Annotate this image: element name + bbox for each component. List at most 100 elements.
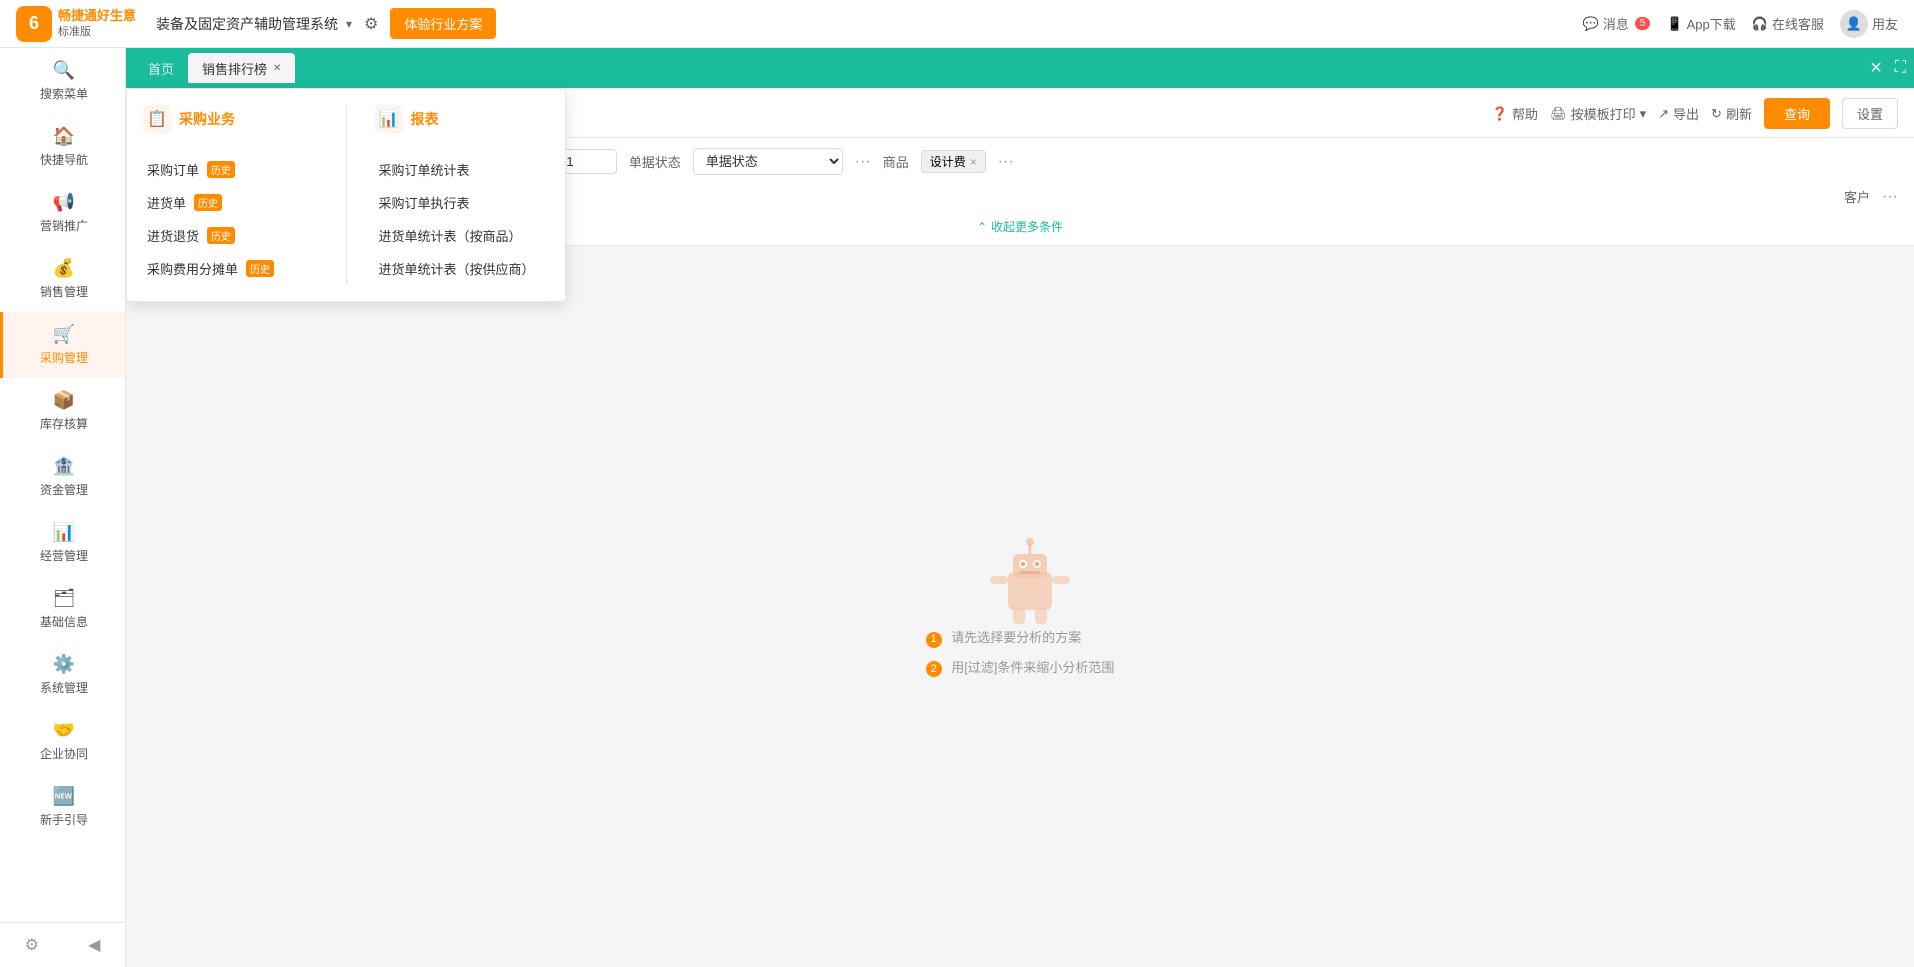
collapse-sidebar-icon[interactable]: ◀ [88, 935, 100, 955]
incoming-label: 进货单 [147, 193, 186, 212]
status-more-dots[interactable]: ··· [855, 153, 871, 171]
help-btn[interactable]: ❓ 帮助 [1492, 104, 1538, 123]
system-icon: ⚙️ [53, 654, 75, 675]
sidebar-item-basic[interactable]: 🗂 基础信息 [0, 576, 125, 642]
sidebar-item-marketing[interactable]: 📢 营销推广 [0, 180, 125, 246]
fund-icon: 🏦 [53, 456, 75, 477]
sidebar-label-basic: 基础信息 [40, 613, 88, 630]
settings-bottom-icon[interactable]: ⚙ [25, 935, 39, 955]
sidebar-label-quick: 快捷导航 [40, 151, 88, 168]
report3-label: 进货单统计表（按商品） [379, 226, 522, 245]
sidebar-item-search[interactable]: 🔍 搜索菜单 [0, 48, 125, 114]
sidebar-label-stock: 库存核算 [40, 415, 88, 432]
empty-hint2-text: 用[过滤]条件来缩小分析范围 [951, 660, 1114, 675]
app-label: App下载 [1687, 14, 1736, 33]
print-arrow-icon: ▾ [1640, 106, 1647, 122]
user-btn[interactable]: 👤 用友 [1840, 10, 1898, 38]
search-icon: 🔍 [53, 60, 75, 81]
sidebar-label-enterprise: 企业协同 [40, 745, 88, 762]
operation-icon: 📊 [53, 522, 75, 543]
print-label: 按模板打印 [1571, 104, 1636, 123]
col1-title-text: 采购业务 [179, 109, 235, 129]
tab-close-all-icon[interactable]: ✕ [1869, 58, 1882, 78]
dropdown-item-report4[interactable]: 进货单统计表（按供应商） [375, 252, 550, 285]
empty-hint-2: 2 用[过滤]条件来缩小分析范围 [926, 656, 1115, 679]
tab-close-icon[interactable]: ✕ [273, 63, 281, 74]
sidebar-item-system[interactable]: ⚙️ 系统管理 [0, 642, 125, 708]
col2-title-text: 报表 [411, 109, 439, 129]
dropdown-col2-title: 📊 报表 [375, 105, 550, 141]
content-area: 首页 销售排行榜 ✕ ✕ ⛶ 📋 采购业务 [126, 48, 1914, 967]
sidebar-label-operation: 经营管理 [40, 547, 88, 564]
dropdown-item-report1[interactable]: 采购订单统计表 [375, 153, 550, 186]
avatar: 👤 [1840, 10, 1868, 38]
customer-label: 客户 [1844, 187, 1870, 206]
customer-dots[interactable]: ··· [1882, 188, 1898, 206]
print-btn[interactable]: 🖨 按模板打印 ▾ [1550, 104, 1646, 123]
history-badge-1: 历史 [207, 161, 235, 178]
search-button[interactable]: 查询 [1764, 98, 1830, 129]
robot-icon [980, 534, 1080, 634]
tab-home-label: 首页 [148, 59, 174, 78]
collapse-btn[interactable]: ⌃ 收起更多条件 [977, 218, 1063, 235]
collapse-arrow-icon: ⌃ [977, 220, 987, 234]
report4-label: 进货单统计表（按供应商） [379, 259, 535, 278]
sidebar-item-fund[interactable]: 🏦 资金管理 [0, 444, 125, 510]
sidebar-item-quick[interactable]: 🏠 快捷导航 [0, 114, 125, 180]
export-btn[interactable]: ↗ 导出 [1658, 104, 1699, 123]
top-bar: 6 畅捷通好生意 标准版 装备及固定资产辅助管理系统 ▾ ⚙ 体验行业方案 💬 … [0, 0, 1914, 48]
cost-label: 采购费用分摊单 [147, 259, 238, 278]
service-label: 在线客服 [1772, 14, 1824, 33]
sidebar-item-sales[interactable]: 💰 销售管理 [0, 246, 125, 312]
sidebar: 🔍 搜索菜单 🏠 快捷导航 📢 营销推广 💰 销售管理 🛒 采购管理 📦 [0, 48, 126, 967]
service-btn[interactable]: 🎧 在线客服 [1752, 14, 1824, 33]
sidebar-label-search: 搜索菜单 [40, 85, 88, 102]
status-label: 单据状态 [629, 152, 681, 171]
dropdown-item-purchase-order[interactable]: 采购订单 历史 [143, 153, 318, 186]
dropdown-col-report: 📊 报表 采购订单统计表 采购订单执行表 进货单统计表（按商品） 进货单统计表（… [375, 105, 550, 285]
goods-more-dots[interactable]: ··· [998, 153, 1014, 171]
marketing-icon: 📢 [53, 192, 75, 213]
refresh-icon: ↻ [1711, 106, 1722, 122]
refresh-btn[interactable]: ↻ 刷新 [1711, 104, 1752, 123]
sidebar-item-purchase[interactable]: 🛒 采购管理 [0, 312, 125, 378]
dropdown-item-incoming[interactable]: 进货单 历史 [143, 186, 318, 219]
report2-label: 采购订单执行表 [379, 193, 470, 212]
sidebar-label-purchase: 采购管理 [40, 349, 88, 366]
purchase-menu-icon: 📋 [143, 105, 171, 133]
dropdown-item-report3[interactable]: 进货单统计表（按商品） [375, 219, 550, 252]
sidebar-label-sales: 销售管理 [40, 283, 88, 300]
sidebar-item-enterprise[interactable]: 🤝 企业协同 [0, 708, 125, 774]
logo-area: 6 畅捷通好生意 标准版 [16, 6, 136, 42]
status-select[interactable]: 单据状态 [693, 148, 843, 175]
history-badge-4: 历史 [246, 260, 274, 277]
guide-icon: 🆕 [53, 786, 75, 807]
sidebar-label-marketing: 营销推广 [40, 217, 88, 234]
purchase-icon: 🛒 [53, 324, 75, 345]
dropdown-item-report2[interactable]: 采购订单执行表 [375, 186, 550, 219]
sidebar-item-operation[interactable]: 📊 经营管理 [0, 510, 125, 576]
tab-sales-rank[interactable]: 销售排行榜 ✕ [188, 53, 295, 83]
top-right: 💬 消息 5 📱 App下载 🎧 在线客服 👤 用友 [1583, 10, 1898, 38]
dropdown-item-return[interactable]: 进货退货 历史 [143, 219, 318, 252]
gear-icon[interactable]: ⚙ [364, 14, 378, 34]
dropdown-menu: 📋 采购业务 采购订单 历史 进货单 历史 进货退货 历史 [126, 88, 566, 302]
divider-vertical [346, 105, 347, 285]
industry-btn[interactable]: 体验行业方案 [390, 8, 496, 39]
tab-home[interactable]: 首页 [134, 53, 188, 83]
tab-expand-icon[interactable]: ⛶ [1895, 59, 1906, 77]
sidebar-bottom: ⚙ ◀ [0, 922, 125, 967]
dropdown-item-cost[interactable]: 采购费用分摊单 历史 [143, 252, 318, 285]
goods-tag-remove[interactable]: × [970, 155, 977, 169]
empty-illustration [980, 534, 1060, 614]
message-icon: 💬 [1583, 16, 1599, 32]
sidebar-label-guide: 新手引导 [40, 811, 88, 828]
sidebar-item-guide[interactable]: 🆕 新手引导 [0, 774, 125, 840]
messages-btn[interactable]: 💬 消息 5 [1583, 14, 1651, 33]
setting-button[interactable]: 设置 [1842, 98, 1898, 129]
tab-bar-actions: ✕ ⛶ [1869, 58, 1906, 78]
app-download-btn[interactable]: 📱 App下载 [1666, 14, 1735, 33]
sidebar-item-stock[interactable]: 📦 库存核算 [0, 378, 125, 444]
dropdown-arrow-icon[interactable]: ▾ [346, 17, 352, 31]
headset-icon: 🎧 [1752, 16, 1768, 32]
